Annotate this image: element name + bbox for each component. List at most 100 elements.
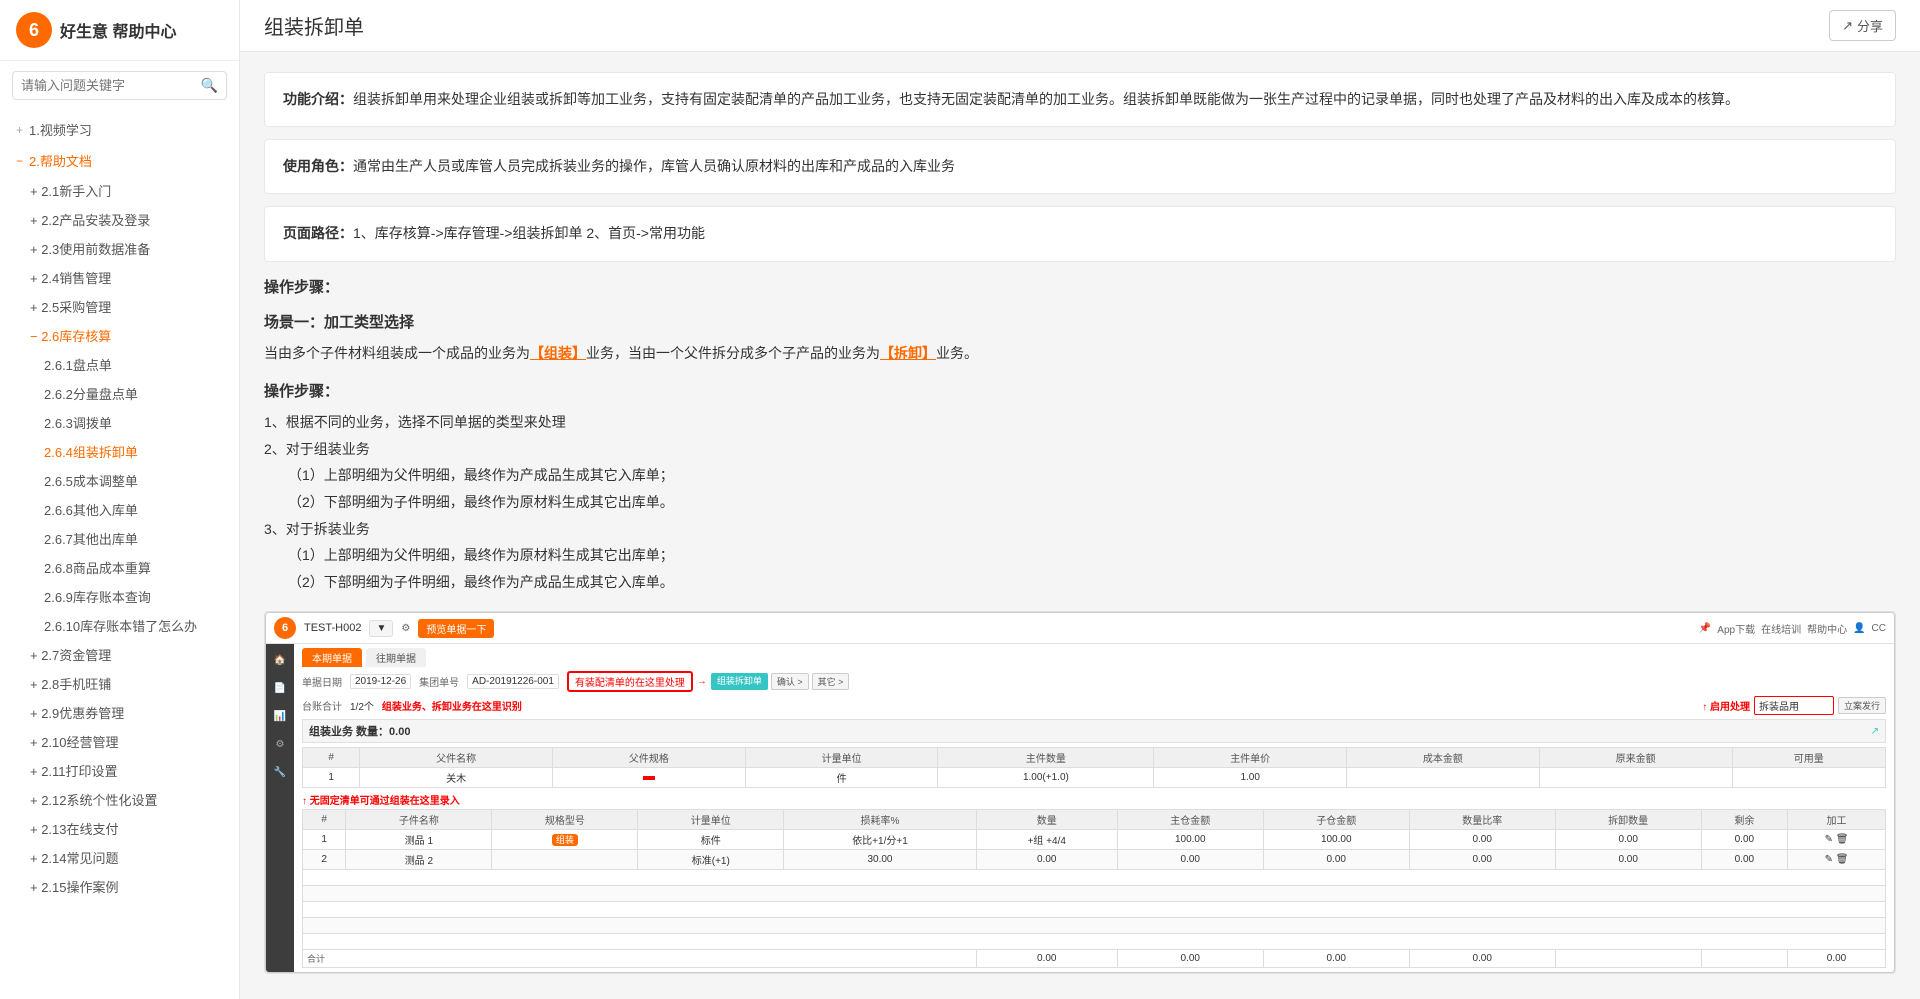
sidebar-item-2-6-2[interactable]: 2.6.2分量盘点单	[0, 379, 239, 408]
th-c-ratio: 数量比率	[1409, 810, 1555, 830]
td-c-spec-2	[492, 850, 638, 870]
sidebar-item-2-6-5[interactable]: 2.6.5成本调整单	[0, 466, 239, 495]
app-dropdown[interactable]: ▼	[369, 620, 393, 637]
sidebar-item-2-5[interactable]: + 2.5采购管理	[0, 292, 239, 321]
th-c-proc: 加工	[1788, 810, 1886, 830]
btn-confirm[interactable]: 确认 >	[771, 673, 809, 690]
btn-assembly-type[interactable]: 组装拆卸单	[711, 673, 768, 690]
share-button[interactable]: ↗ 分享	[1829, 10, 1896, 41]
sidebar-item-2-15[interactable]: + 2.15操作案例	[0, 872, 239, 901]
parent-table-header: # 父件名称 父件规格 计量单位 主件数量 主件单价 成本金额 原来金额 可用量	[303, 748, 1886, 768]
table-row	[303, 902, 1886, 918]
td-empty-5	[303, 902, 1886, 918]
sidebar-item-2-6-3[interactable]: 2.6.3调拨单	[0, 408, 239, 437]
tab-current[interactable]: 本期单据	[302, 648, 362, 667]
sidebar-item-2-14[interactable]: + 2.14常见问题	[0, 843, 239, 872]
app-top-icon-1: 📌	[1699, 623, 1711, 634]
table-row: 2 测品 2 标准(+1) 30.00 0.00 0.00 0.00 0.00	[303, 850, 1886, 870]
callout-area-3: ↑ 启用处理 拆装品用 立案发行	[1702, 696, 1886, 715]
sidebar-item-2-6-6[interactable]: 2.6.6其他入库单	[0, 495, 239, 524]
th-unit: 计量单位	[745, 748, 938, 768]
app-sidebar-home[interactable]: 🏠	[270, 650, 290, 670]
sidebar-item-2-7[interactable]: + 2.7资金管理	[0, 640, 239, 669]
btn-execute[interactable]: 立案发行	[1838, 697, 1886, 714]
section-expand-icon[interactable]: ↗	[1871, 726, 1879, 737]
callout-4: ↑ 无固定清单可通过组装在这里录入	[302, 792, 1886, 807]
child-table: # 子件名称 规格型号 计量单位 损耗率% 数量 主仓金额 子仓金额 数量比率	[302, 809, 1886, 968]
callout-2: 组装业务、拆卸业务在这里识别	[382, 698, 522, 713]
sidebar-item-2-6[interactable]: − 2.6库存核算	[0, 321, 239, 350]
btn-other[interactable]: 其它 >	[812, 673, 850, 690]
sidebar-item-2-6-9[interactable]: 2.6.9库存账本查询	[0, 582, 239, 611]
td-c-action-1[interactable]: ✎ 🗑	[1788, 830, 1886, 850]
td-c-qty-2: 0.00	[976, 850, 1117, 870]
sidebar-item-2-4[interactable]: + 2.4销售管理	[0, 263, 239, 292]
sidebar-item-2-10[interactable]: + 2.10经营管理	[0, 727, 239, 756]
sidebar-item-2-6-8[interactable]: 2.6.8商品成本重算	[0, 553, 239, 582]
app-topbar-right: 📌 App下载 在线培训 帮助中心 👤 CC	[1699, 621, 1886, 636]
sidebar-item-2-6-1[interactable]: 2.6.1盘点单	[0, 350, 239, 379]
callout-area-2: 组装业务、拆卸业务在这里识别	[382, 698, 1694, 713]
app-sidebar-chart[interactable]: 📊	[270, 706, 290, 726]
form-input-billno[interactable]: AD-20191226-001	[467, 674, 559, 689]
td-c-main-amt-2: 0.00	[1117, 850, 1263, 870]
form-label-date: 单据日期	[302, 674, 342, 689]
intro-block: 功能介绍：组装拆卸单用来处理企业组装或拆卸等加工业务，支持有固定装配清单的产品加…	[264, 72, 1896, 127]
sidebar-item-2-11[interactable]: + 2.11打印设置	[0, 756, 239, 785]
callout-3: ↑ 启用处理	[1702, 698, 1750, 713]
main-area: 组装拆卸单 ↗ 分享 功能介绍：组装拆卸单用来处理企业组装或拆卸等加工业务，支持…	[240, 0, 1920, 999]
form-label-count: 台账合计	[302, 698, 342, 713]
table-row: 1 测品 1 组装 标件 依比+1/分+1 +组 +4/4 100.00 100…	[303, 830, 1886, 850]
td-footer-4: 0.00	[1409, 950, 1555, 968]
sidebar-item-2-6-10[interactable]: 2.6.10库存账本错了怎么办	[0, 611, 239, 640]
sidebar-item-2-13[interactable]: + 2.13在线支付	[0, 814, 239, 843]
app-sidebar-doc[interactable]: 📄	[270, 678, 290, 698]
app-new-order-btn[interactable]: 预览单据一下	[418, 619, 494, 638]
form-input-date[interactable]: 2019-12-26	[350, 674, 411, 689]
section-title-main: 组装业务 数量：0.00	[309, 723, 410, 739]
th-c-disq: 拆卸数量	[1555, 810, 1701, 830]
sidebar-item-2-1[interactable]: + 2.1新手入门	[0, 176, 239, 205]
sidebar-item-2-3-label: + 2.3使用前数据准备	[30, 242, 150, 257]
td-footer-6	[1701, 950, 1787, 968]
td-main-price: 1.00	[1154, 768, 1347, 788]
input-use-type[interactable]: 拆装品用	[1754, 696, 1834, 715]
th-parent-name: 父件名称	[360, 748, 553, 768]
sidebar-section-1-label: 1.视频学习	[29, 120, 92, 139]
td-c-num-2: 2	[303, 850, 346, 870]
sidebar-item-2-6-4[interactable]: 2.6.4组装拆卸单	[0, 437, 239, 466]
search-box[interactable]: 🔍	[12, 71, 227, 100]
td-empty-6	[303, 918, 1886, 934]
tab-history[interactable]: 往期单据	[366, 648, 426, 667]
table-row	[303, 870, 1886, 886]
sidebar-item-2-8[interactable]: + 2.8手机旺铺	[0, 669, 239, 698]
app-sidebar-tool[interactable]: 🔧	[270, 762, 290, 782]
app-main-content: 本期单据 往期单据 单据日期 2019-12-26 集团单号 AD-201912…	[294, 644, 1894, 972]
sidebar-item-2-2-label: + 2.2产品安装及登录	[30, 213, 150, 228]
sidebar-section-1[interactable]: + 1.视频学习	[0, 114, 239, 145]
step-2-sub2: （2）下部明细为子件明细，最终作为原材料生成其它出库单。	[288, 489, 1896, 516]
sidebar-item-2-9[interactable]: + 2.9优惠券管理	[0, 698, 239, 727]
td-c-action-2[interactable]: ✎ 🗑	[1788, 850, 1886, 870]
search-input[interactable]	[21, 78, 201, 93]
search-icon[interactable]: 🔍	[201, 77, 218, 94]
sidebar: 6 好生意 帮助中心 🔍 + 1.视频学习 − 2.帮助文档 + 2.1新手入门…	[0, 0, 240, 999]
app-form-row-2: 台账合计 1/2个 组装业务、拆卸业务在这里识别 ↑ 启用处理 拆装品用 立案发…	[302, 696, 1886, 715]
role-text: 使用角色：通常由生产人员或库管人员完成拆装业务的操作，库管人员确认原材料的出库和…	[283, 154, 1877, 179]
sidebar-item-2-1-label: + 2.1新手入门	[30, 184, 111, 199]
sidebar-item-2-6-7[interactable]: 2.6.7其他出库单	[0, 524, 239, 553]
spec-input[interactable]	[643, 776, 655, 780]
sidebar-item-2-2[interactable]: + 2.2产品安装及登录	[0, 205, 239, 234]
th-c-main-amt: 主仓金额	[1117, 810, 1263, 830]
link-disassembly[interactable]: 【拆卸】	[880, 345, 936, 361]
sidebar-section-2[interactable]: − 2.帮助文档	[0, 145, 239, 176]
app-form-row-1: 单据日期 2019-12-26 集团单号 AD-20191226-001 有装配…	[302, 671, 1886, 692]
sidebar-item-2-3[interactable]: + 2.3使用前数据准备	[0, 234, 239, 263]
th-main-qty: 主件数量	[938, 748, 1154, 768]
td-c-disq-2: 0.00	[1555, 850, 1701, 870]
td-parent-spec	[553, 768, 746, 788]
td-c-ratio-1: 0.00	[1409, 830, 1555, 850]
link-assembly[interactable]: 【组装】	[530, 345, 586, 361]
sidebar-item-2-12[interactable]: + 2.12系统个性化设置	[0, 785, 239, 814]
app-sidebar-gear[interactable]: ⚙	[270, 734, 290, 754]
